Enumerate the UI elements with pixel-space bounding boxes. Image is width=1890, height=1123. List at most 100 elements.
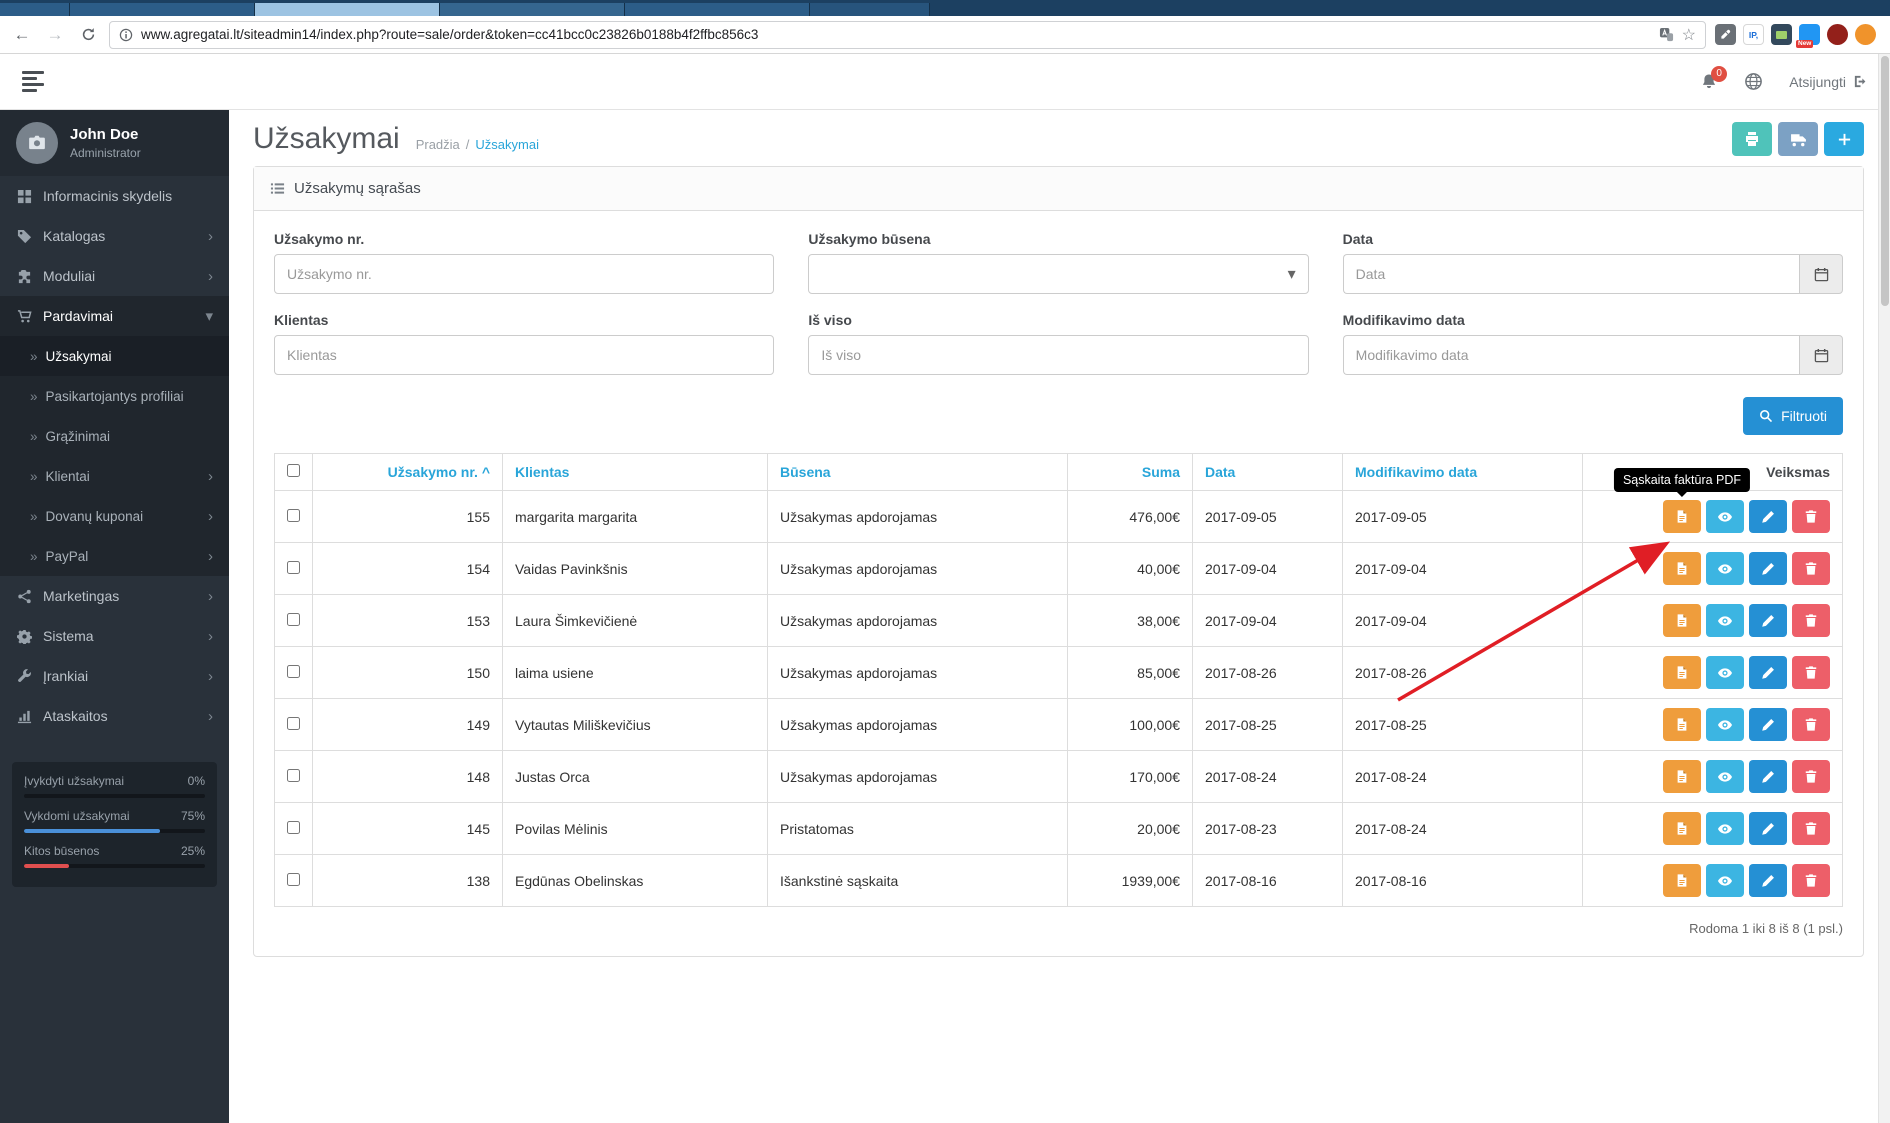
invoice-pdf-button[interactable]	[1663, 760, 1701, 793]
sidebar-item-returns[interactable]: » Grąžinimai	[0, 416, 229, 456]
filter-total-input[interactable]	[808, 335, 1309, 375]
browser-tab[interactable]	[70, 3, 255, 16]
view-order-button[interactable]	[1706, 656, 1744, 689]
view-order-button[interactable]	[1706, 864, 1744, 897]
sidebar-item-recurring-profiles[interactable]: » Pasikartojantys profiliai	[0, 376, 229, 416]
scrollbar-thumb[interactable]	[1881, 56, 1889, 306]
view-order-button[interactable]	[1706, 604, 1744, 637]
language-globe-icon[interactable]	[1744, 72, 1763, 91]
invoice-pdf-button[interactable]	[1663, 812, 1701, 845]
sidebar-item-modules[interactable]: Moduliai ›	[0, 256, 229, 296]
edit-order-button[interactable]	[1749, 552, 1787, 585]
delete-order-button[interactable]	[1792, 812, 1830, 845]
bookmark-star-icon[interactable]: ☆	[1682, 25, 1696, 45]
sidebar-item-customers[interactable]: » Klientai ›	[0, 456, 229, 496]
browser-tab[interactable]	[625, 3, 810, 16]
row-checkbox[interactable]	[287, 560, 300, 574]
sort-customer-link[interactable]: Klientas	[515, 464, 569, 480]
select-all-checkbox[interactable]	[287, 464, 300, 477]
sidebar-item-orders[interactable]: » Užsakymai	[0, 336, 229, 376]
invoice-pdf-button[interactable]	[1663, 656, 1701, 689]
sidebar-item-catalog[interactable]: Katalogas ›	[0, 216, 229, 256]
sidebar-item-system[interactable]: Sistema ›	[0, 616, 229, 656]
sidebar-item-tools[interactable]: Įrankiai ›	[0, 656, 229, 696]
view-order-button[interactable]	[1706, 760, 1744, 793]
sort-date-link[interactable]: Data	[1205, 464, 1235, 480]
row-checkbox[interactable]	[287, 612, 300, 626]
filter-button[interactable]: Filtruoti	[1743, 397, 1843, 435]
sidebar-item-marketing[interactable]: Marketingas ›	[0, 576, 229, 616]
shipping-list-button[interactable]	[1778, 122, 1818, 156]
filter-order-nr-input[interactable]	[274, 254, 775, 294]
edit-order-button[interactable]	[1749, 656, 1787, 689]
breadcrumb-home[interactable]: Pradžia	[416, 137, 460, 152]
view-order-button[interactable]	[1706, 500, 1744, 533]
forward-button[interactable]: →	[43, 23, 67, 47]
edit-order-button[interactable]	[1749, 500, 1787, 533]
ip-extension-icon[interactable]: IP,	[1743, 24, 1764, 45]
edit-order-button[interactable]	[1749, 604, 1787, 637]
edit-order-button[interactable]	[1749, 812, 1787, 845]
sidebar-item-gift-vouchers[interactable]: » Dovanų kuponai ›	[0, 496, 229, 536]
filter-modified-input[interactable]	[1342, 335, 1799, 375]
date-picker-button[interactable]	[1799, 254, 1843, 294]
date-picker-button[interactable]	[1799, 335, 1843, 375]
row-checkbox[interactable]	[287, 664, 300, 678]
row-checkbox[interactable]	[287, 820, 300, 834]
invoice-print-button[interactable]	[1732, 122, 1772, 156]
view-order-button[interactable]	[1706, 812, 1744, 845]
invoice-pdf-button[interactable]	[1663, 604, 1701, 637]
invoice-pdf-button[interactable]	[1663, 864, 1701, 897]
sidebar-item-dashboard[interactable]: Informacinis skydelis	[0, 176, 229, 216]
adblock-extension-icon[interactable]	[1827, 24, 1848, 45]
breadcrumb-current[interactable]: Užsakymai	[475, 137, 539, 152]
sort-order-nr-link[interactable]: Užsakymo nr.	[388, 464, 478, 480]
row-checkbox[interactable]	[287, 716, 300, 730]
sort-status-link[interactable]: Būsena	[780, 464, 831, 480]
delete-order-button[interactable]	[1792, 656, 1830, 689]
avatar[interactable]	[16, 122, 58, 164]
sidebar-item-paypal[interactable]: » PayPal ›	[0, 536, 229, 576]
add-order-button[interactable]	[1824, 122, 1864, 156]
sidebar-item-sales[interactable]: Pardavimai ▾	[0, 296, 229, 336]
browser-tab[interactable]	[440, 3, 625, 16]
browser-scrollbar[interactable]	[1878, 54, 1890, 1123]
row-checkbox[interactable]	[287, 872, 300, 886]
logout-button[interactable]: Atsijungti	[1789, 74, 1868, 90]
eyedropper-extension-icon[interactable]	[1715, 24, 1736, 45]
back-button[interactable]: ←	[10, 23, 34, 47]
browser-tab[interactable]	[810, 3, 930, 16]
extension-icon[interactable]	[1855, 24, 1876, 45]
delete-order-button[interactable]	[1792, 552, 1830, 585]
filter-status-select[interactable]: ▾	[808, 254, 1309, 294]
sidebar-item-reports[interactable]: Ataskaitos ›	[0, 696, 229, 736]
url-text[interactable]: www.agregatai.lt/siteadmin14/index.php?r…	[141, 27, 1651, 42]
row-checkbox[interactable]	[287, 768, 300, 782]
translate-icon[interactable]	[1659, 27, 1674, 42]
edit-order-button[interactable]	[1749, 708, 1787, 741]
extension-icon-with-new-badge[interactable]: New	[1796, 24, 1820, 48]
delete-order-button[interactable]	[1792, 864, 1830, 897]
delete-order-button[interactable]	[1792, 760, 1830, 793]
browser-tab-active[interactable]	[255, 3, 440, 16]
edit-order-button[interactable]	[1749, 760, 1787, 793]
row-checkbox[interactable]	[287, 508, 300, 522]
menu-toggle-icon[interactable]	[22, 68, 44, 96]
filter-customer-input[interactable]	[274, 335, 775, 375]
screen-capture-extension-icon[interactable]	[1771, 24, 1792, 45]
sort-total-link[interactable]: Suma	[1142, 464, 1180, 480]
page-info-icon[interactable]	[119, 28, 133, 42]
filter-date-input[interactable]	[1342, 254, 1799, 294]
refresh-button[interactable]	[76, 23, 100, 47]
invoice-pdf-button[interactable]	[1663, 552, 1701, 585]
delete-order-button[interactable]	[1792, 500, 1830, 533]
invoice-pdf-button[interactable]	[1663, 708, 1701, 741]
sort-modified-link[interactable]: Modifikavimo data	[1355, 464, 1477, 480]
url-bar[interactable]: www.agregatai.lt/siteadmin14/index.php?r…	[109, 20, 1706, 49]
view-order-button[interactable]	[1706, 552, 1744, 585]
view-order-button[interactable]	[1706, 708, 1744, 741]
delete-order-button[interactable]	[1792, 708, 1830, 741]
delete-order-button[interactable]	[1792, 604, 1830, 637]
invoice-pdf-button[interactable]	[1663, 500, 1701, 533]
notifications-button[interactable]: 0	[1700, 65, 1728, 91]
